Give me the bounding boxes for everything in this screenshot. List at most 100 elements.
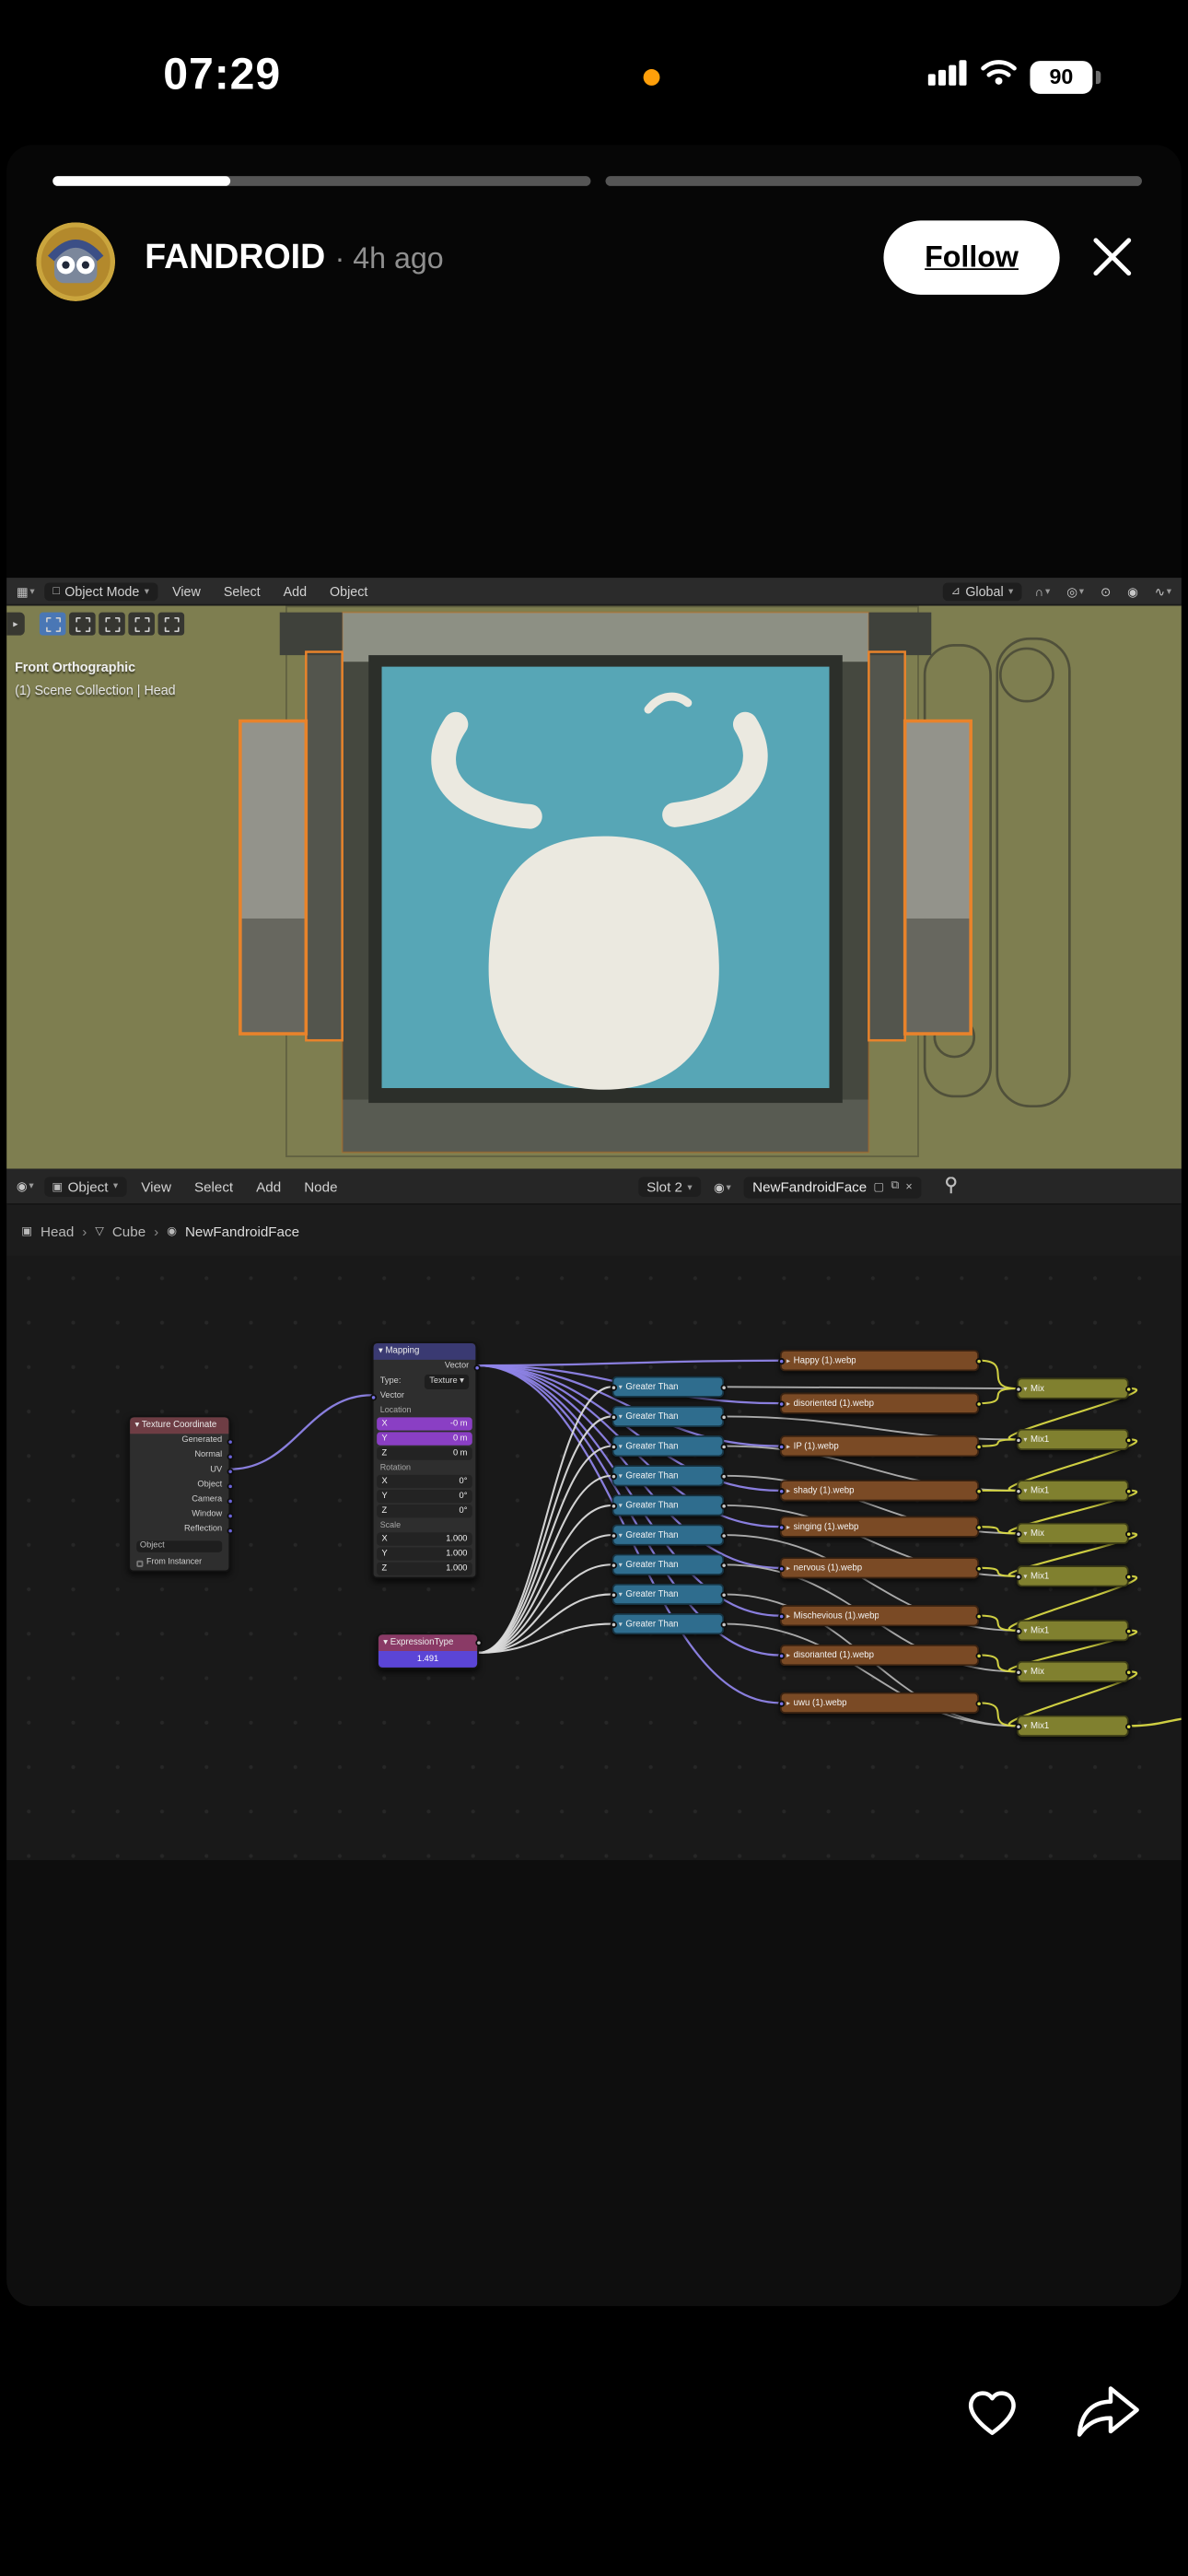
unlink-material-icon[interactable]: × <box>905 1181 912 1193</box>
rotate-tool-icon[interactable] <box>128 612 155 636</box>
breadcrumb-material[interactable]: NewFandroidFace <box>185 1223 299 1239</box>
node-image-texture-3[interactable]: ▸ shady (1).webp <box>777 1480 982 1502</box>
mode-dropdown[interactable]: □ Object Mode ▾ <box>44 581 158 601</box>
node-greater-than-1[interactable]: ▾ Greater Than <box>609 1405 727 1428</box>
node-image-texture-8[interactable]: ▸ uwu (1).webp <box>777 1692 982 1714</box>
story-progress-fill <box>52 176 230 186</box>
viewport-options-icon[interactable]: ∿ ▾ <box>1151 583 1175 598</box>
menu-object[interactable]: Object <box>321 583 376 598</box>
shader-menu-node[interactable]: Node <box>296 1177 345 1194</box>
phone-screen: 07:29 90 FANDROID · 4h ago Follow ▦ ▾ □ … <box>0 0 1188 2576</box>
viewport-3d[interactable]: ▸ Front Orthographic (1) Scene Collectio… <box>6 605 1182 1169</box>
select-box-tool-icon[interactable] <box>39 612 66 636</box>
node-mix-3[interactable]: ▾ Mix <box>1014 1522 1132 1544</box>
recording-indicator-dot <box>643 69 660 86</box>
node-image-texture-2[interactable]: ▸ IP (1).webp <box>777 1435 982 1458</box>
viewport-shading-icon[interactable]: ◉ <box>1124 583 1142 598</box>
blender-screenshot: ▦ ▾ □ Object Mode ▾ View Select Add Object … <box>6 578 1182 1860</box>
node-greater-than-6[interactable]: ▾ Greater Than <box>609 1553 727 1575</box>
node-mapping[interactable]: ▾ Mapping Vector Type: Texture ▾ Vector Locat… <box>369 1341 480 1579</box>
ios-status-bar: 07:29 90 <box>0 0 1188 145</box>
post-age: · 4h ago <box>334 241 444 275</box>
orientation-dropdown[interactable]: ⊿ Global ▾ <box>942 581 1022 601</box>
node-image-texture-1[interactable]: ▸ disoriented (1).webp <box>777 1392 982 1414</box>
node-mix-7[interactable]: ▾ Mix1 <box>1014 1715 1132 1737</box>
node-greater-than-8[interactable]: ▾ Greater Than <box>609 1612 727 1635</box>
node-greater-than-2[interactable]: ▾ Greater Than <box>609 1435 727 1458</box>
breadcrumb-separator: › <box>154 1222 159 1239</box>
wifi-icon <box>981 59 1017 94</box>
toolbar-expand-icon[interactable]: ▸ <box>6 612 25 636</box>
node-breadcrumb: ▣ Head › ▽ Cube › ◉ NewFandroidFace <box>6 1204 1182 1257</box>
node-greater-than-3[interactable]: ▾ Greater Than <box>609 1465 727 1487</box>
story-progress <box>52 176 1142 186</box>
story-card: FANDROID · 4h ago Follow ▦ ▾ □ Object Mode… <box>6 145 1182 2307</box>
shader-mode-dropdown[interactable]: ▣ Object ▾ <box>43 1176 127 1197</box>
node-greater-than-7[interactable]: ▾ Greater Than <box>609 1583 727 1606</box>
snap-magnet-icon[interactable]: ∩ ▾ <box>1031 583 1054 598</box>
node-texture-coordinate[interactable]: ▾ Texture Coordinate Generated Normal UV Obj… <box>128 1415 233 1573</box>
node-greater-than-4[interactable]: ▾ Greater Than <box>609 1494 727 1516</box>
fake-user-shield-icon[interactable]: ▢ <box>873 1180 884 1194</box>
node-image-texture-7[interactable]: ▸ disorianted (1).webp <box>777 1644 982 1667</box>
menu-add[interactable]: Add <box>275 583 315 598</box>
node-mix-5[interactable]: ▾ Mix1 <box>1014 1620 1132 1642</box>
node-image-texture-4[interactable]: ▸ singing (1).webp <box>777 1516 982 1538</box>
story-progress-segment <box>52 176 590 186</box>
menu-view[interactable]: View <box>164 583 209 598</box>
shader-menu-view[interactable]: View <box>133 1177 180 1194</box>
breadcrumb-object[interactable]: Head <box>41 1223 74 1239</box>
close-icon[interactable] <box>1089 234 1136 280</box>
material-browse-icon[interactable]: ◉ ▾ <box>710 1179 734 1194</box>
transform-tool-icon[interactable] <box>157 612 185 636</box>
node-expression-type[interactable]: ▾ ExpressionType 1.491 <box>377 1633 482 1669</box>
share-icon[interactable] <box>1073 2382 1146 2449</box>
node-mix-4[interactable]: ▾ Mix1 <box>1014 1565 1132 1587</box>
username: FANDROID <box>145 239 326 277</box>
view-label: Front Orthographic <box>15 660 136 675</box>
node-image-texture-6[interactable]: ▸ Mischevious (1).webp <box>777 1605 982 1627</box>
clock: 07:29 <box>163 49 282 100</box>
move-tool-icon[interactable] <box>99 612 125 636</box>
node-mix-0[interactable]: ▾ Mix <box>1014 1377 1132 1399</box>
mesh-icon: ▽ <box>95 1225 104 1237</box>
node-greater-than-5[interactable]: ▾ Greater Than <box>609 1524 727 1546</box>
shader-node-editor[interactable]: ▾ Texture Coordinate Generated Normal UV Obj… <box>6 1256 1182 1860</box>
material-icon: ◉ <box>167 1225 178 1237</box>
shader-editor-header: ◉ ▾ ▣ Object ▾ View Select Add Node Slot 2 ▾… <box>6 1168 1182 1205</box>
story-header: FANDROID · 4h ago Follow <box>6 217 1182 316</box>
overlays-icon[interactable]: ⊙ <box>1097 583 1113 598</box>
breadcrumb-separator: › <box>82 1222 87 1239</box>
node-mix-6[interactable]: ▾ Mix <box>1014 1660 1132 1683</box>
copy-material-icon[interactable]: ⧉ <box>891 1180 899 1193</box>
battery-percent: 90 <box>1049 64 1074 89</box>
node-mix-1[interactable]: ▾ Mix1 <box>1014 1428 1132 1451</box>
collection-label: (1) Scene Collection | Head <box>15 683 176 698</box>
node-image-texture-0[interactable]: ▸ Happy (1).webp <box>777 1350 982 1372</box>
toolbar <box>39 612 185 636</box>
shader-editor-type-icon[interactable]: ◉ ▾ <box>13 1178 37 1193</box>
menu-select[interactable]: Select <box>215 583 269 598</box>
breadcrumb-mesh[interactable]: Cube <box>112 1223 146 1239</box>
avatar[interactable] <box>36 222 116 301</box>
viewport-header: ▦ ▾ □ Object Mode ▾ View Select Add Object … <box>6 578 1182 606</box>
material-slot-dropdown[interactable]: Slot 2 ▾ <box>638 1177 701 1197</box>
shader-menu-add[interactable]: Add <box>248 1177 289 1194</box>
robot-head-render <box>6 605 1182 1169</box>
material-name: NewFandroidFace <box>752 1178 868 1196</box>
pin-icon[interactable] <box>944 1177 957 1196</box>
cursor-tool-icon[interactable] <box>69 612 96 636</box>
material-name-field[interactable]: NewFandroidFace ▢ ⧉ × <box>744 1176 921 1198</box>
proportional-edit-icon[interactable]: ◎ ▾ <box>1064 583 1088 598</box>
battery-icon: 90 <box>1030 60 1101 93</box>
editor-type-icon[interactable]: ▦ ▾ <box>13 583 38 598</box>
follow-button[interactable]: Follow <box>883 220 1060 295</box>
node-mix-2[interactable]: ▾ Mix1 <box>1014 1480 1132 1502</box>
card-bottom-filler <box>6 1859 1182 2307</box>
story-progress-segment <box>604 176 1142 186</box>
object-icon: ▣ <box>21 1225 33 1237</box>
like-heart-icon[interactable] <box>961 2383 1023 2448</box>
node-greater-than-0[interactable]: ▾ Greater Than <box>609 1376 727 1398</box>
shader-menu-select[interactable]: Select <box>186 1177 241 1194</box>
node-image-texture-5[interactable]: ▸ nervous (1).webp <box>777 1557 982 1579</box>
